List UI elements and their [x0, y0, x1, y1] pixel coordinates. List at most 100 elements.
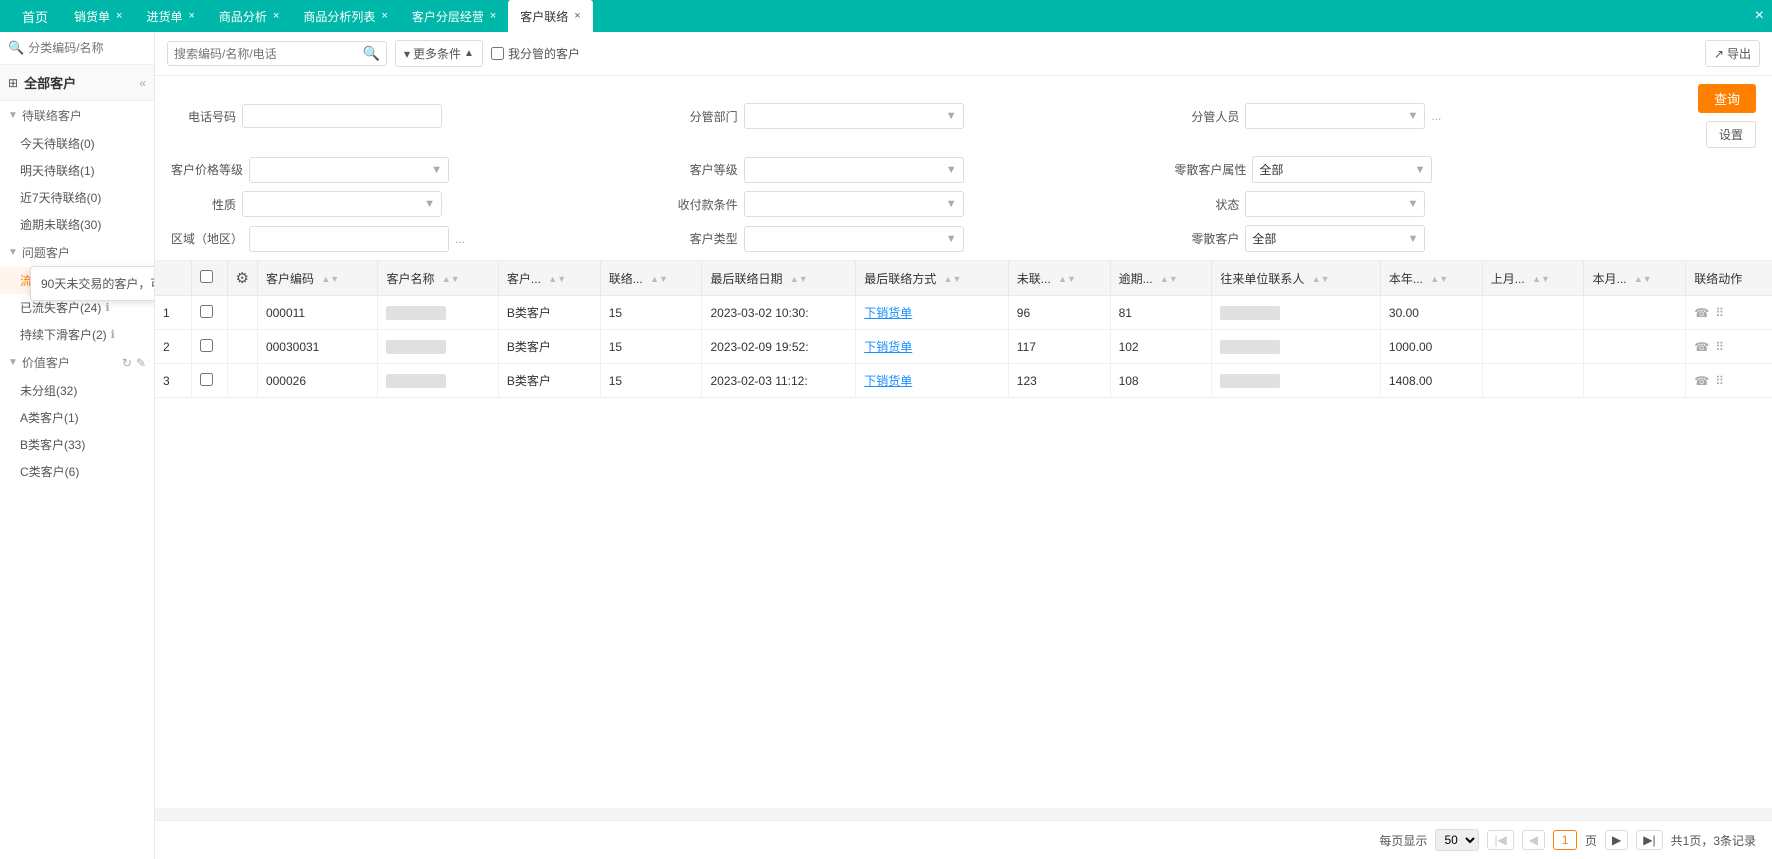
sort-arrows-date[interactable]: ▲▼ [790, 275, 808, 284]
contact-action-icon-0[interactable]: ☎ [1694, 306, 1709, 320]
per-page-select[interactable]: 50 [1435, 829, 1479, 851]
sort-arrows-this-month[interactable]: ▲▼ [1634, 275, 1652, 284]
declining-info-icon[interactable]: ℹ [111, 328, 115, 341]
sort-arrows-last-month[interactable]: ▲▼ [1532, 275, 1550, 284]
th-checkbox [191, 261, 227, 296]
sort-arrows-contact[interactable]: ▲▼ [650, 275, 668, 284]
status-select[interactable]: ▼ [1245, 191, 1425, 217]
query-btn[interactable]: 查询 [1698, 84, 1756, 113]
zero-attr-select[interactable]: 全部 ▼ [1252, 156, 1432, 183]
value-group[interactable]: ▼ 价值客户 ↻ ✎ [0, 348, 154, 377]
sort-arrows-overdue[interactable]: ▲▼ [1160, 275, 1178, 284]
pending-contact-group[interactable]: ▼ 待联络客户 [0, 101, 154, 130]
value-group-refresh-icon[interactable]: ↻ [122, 356, 132, 370]
cell-name-0 [378, 296, 498, 330]
sidebar-item-c-class[interactable]: C类客户(6) [0, 458, 154, 485]
person-more-dots[interactable]: ... [1431, 109, 1441, 123]
sort-arrows-code[interactable]: ▲▼ [321, 275, 339, 284]
close-window-btn[interactable]: × [1755, 7, 1764, 25]
my-customers-check[interactable] [491, 47, 504, 60]
first-page-btn[interactable]: |◀ [1487, 830, 1513, 850]
toolbar-search-icon[interactable]: 🔍 [363, 45, 380, 62]
sort-arrows-name[interactable]: ▲▼ [442, 275, 460, 284]
area-select[interactable] [249, 226, 449, 252]
tab-customer-tier[interactable]: 客户分层经营 × [400, 0, 508, 32]
close-tab-customer-tier[interactable]: × [490, 10, 496, 22]
contact-way-link-2[interactable]: 下销货单 [864, 374, 912, 388]
prev-page-btn[interactable]: ◀ [1522, 830, 1545, 850]
sidebar-item-churn-warning[interactable]: 流失预警客户(3) [0, 267, 154, 294]
more-action-icon-2[interactable]: ⠿ [1715, 374, 1724, 388]
last-page-btn[interactable]: ▶| [1636, 830, 1662, 850]
sidebar-all-customers[interactable]: ⊞ 全部客户 « [0, 65, 154, 101]
sidebar-item-overdue[interactable]: 逾期未联络(30) [0, 211, 154, 238]
sidebar-item-ungrouped[interactable]: 未分组(32) [0, 377, 154, 404]
tab-sales-order[interactable]: 销货单 × [62, 0, 134, 32]
cell-checkbox-2[interactable] [191, 364, 227, 398]
horizontal-scrollbar[interactable] [155, 808, 1772, 820]
sidebar-item-declining[interactable]: 持续下滑客户(2) ℹ [0, 321, 154, 348]
cell-way-1[interactable]: 下销货单 [856, 330, 1009, 364]
cell-way-0[interactable]: 下销货单 [856, 296, 1009, 330]
nature-label: 性质 [171, 196, 236, 213]
contact-way-link-1[interactable]: 下销货单 [864, 340, 912, 354]
sort-arrows-year[interactable]: ▲▼ [1430, 275, 1448, 284]
row-checkbox-2[interactable] [200, 373, 213, 386]
export-btn[interactable]: ↗ 导出 [1705, 40, 1760, 67]
tab-product-analysis[interactable]: 商品分析 × [207, 0, 291, 32]
risk-group[interactable]: ▼ 问题客户 90天未交易的客户，可能有流失风险。 [0, 238, 154, 267]
table-gear-icon[interactable]: ⚙ [236, 270, 249, 287]
row-checkbox-0[interactable] [200, 305, 213, 318]
tab-customer-contact[interactable]: 客户联络 × [508, 0, 592, 32]
customer-grade-select[interactable]: ▼ [744, 157, 964, 183]
sort-arrows-uncontacted[interactable]: ▲▼ [1058, 275, 1076, 284]
cell-checkbox-1[interactable] [191, 330, 227, 364]
area-more-dots[interactable]: ... [455, 232, 465, 246]
sidebar-item-tomorrow[interactable]: 明天待联络(1) [0, 157, 154, 184]
more-action-icon-0[interactable]: ⠿ [1715, 306, 1724, 320]
cell-checkbox-0[interactable] [191, 296, 227, 330]
settings-btn[interactable]: 设置 [1706, 121, 1756, 148]
next-page-btn[interactable]: ▶ [1605, 830, 1628, 850]
sidebar-item-a-class[interactable]: A类客户(1) [0, 404, 154, 431]
zero-customer-select[interactable]: 全部 ▼ [1245, 225, 1425, 252]
row-checkbox-1[interactable] [200, 339, 213, 352]
filter-person: 分管人员 ▼ ... [1174, 103, 1664, 129]
value-group-edit-icon[interactable]: ✎ [136, 356, 146, 370]
close-tab-product-analysis-list[interactable]: × [381, 10, 387, 22]
close-tab-customer-contact[interactable]: × [574, 10, 580, 22]
my-customers-checkbox[interactable]: 我分管的客户 [491, 45, 580, 62]
nature-select[interactable]: ▼ [242, 191, 442, 217]
price-grade-select[interactable]: ▼ [249, 157, 449, 183]
sidebar-search-input[interactable] [28, 41, 146, 55]
close-tab-purchase-order[interactable]: × [188, 10, 194, 22]
phone-input[interactable] [242, 104, 442, 128]
sidebar-item-today[interactable]: 今天待联络(0) [0, 130, 154, 157]
contact-action-icon-1[interactable]: ☎ [1694, 340, 1709, 354]
more-action-icon-1[interactable]: ⠿ [1715, 340, 1724, 354]
cell-way-2[interactable]: 下销货单 [856, 364, 1009, 398]
churned-info-icon[interactable]: ℹ [105, 301, 109, 314]
dept-select[interactable]: ▼ [744, 103, 964, 129]
sidebar-item-churned[interactable]: 已流失客户(24) ℹ [0, 294, 154, 321]
contact-action-icon-2[interactable]: ☎ [1694, 374, 1709, 388]
sidebar-collapse-btn[interactable]: « [139, 76, 146, 90]
sort-arrows-type[interactable]: ▲▼ [548, 275, 566, 284]
th-gear: ⚙ [227, 261, 257, 296]
sort-arrows-unit[interactable]: ▲▼ [1312, 275, 1330, 284]
toolbar-search-input[interactable] [174, 47, 359, 61]
contact-way-link-0[interactable]: 下销货单 [864, 306, 912, 320]
person-select[interactable]: ▼ [1245, 103, 1425, 129]
close-tab-sales-order[interactable]: × [116, 10, 122, 22]
customer-type-select[interactable]: ▼ [744, 226, 964, 252]
more-conditions-btn[interactable]: ▾ 更多条件 ▲ [395, 40, 483, 67]
payment-select[interactable]: ▼ [744, 191, 964, 217]
sidebar-item-b-class[interactable]: B类客户(33) [0, 431, 154, 458]
close-tab-product-analysis[interactable]: × [273, 10, 279, 22]
sort-arrows-way[interactable]: ▲▼ [944, 275, 962, 284]
select-all-checkbox[interactable] [200, 270, 213, 283]
nav-home[interactable]: 首页 [8, 0, 62, 32]
sidebar-item-7days[interactable]: 近7天待联络(0) [0, 184, 154, 211]
tab-product-analysis-list[interactable]: 商品分析列表 × [291, 0, 399, 32]
tab-purchase-order[interactable]: 进货单 × [134, 0, 206, 32]
